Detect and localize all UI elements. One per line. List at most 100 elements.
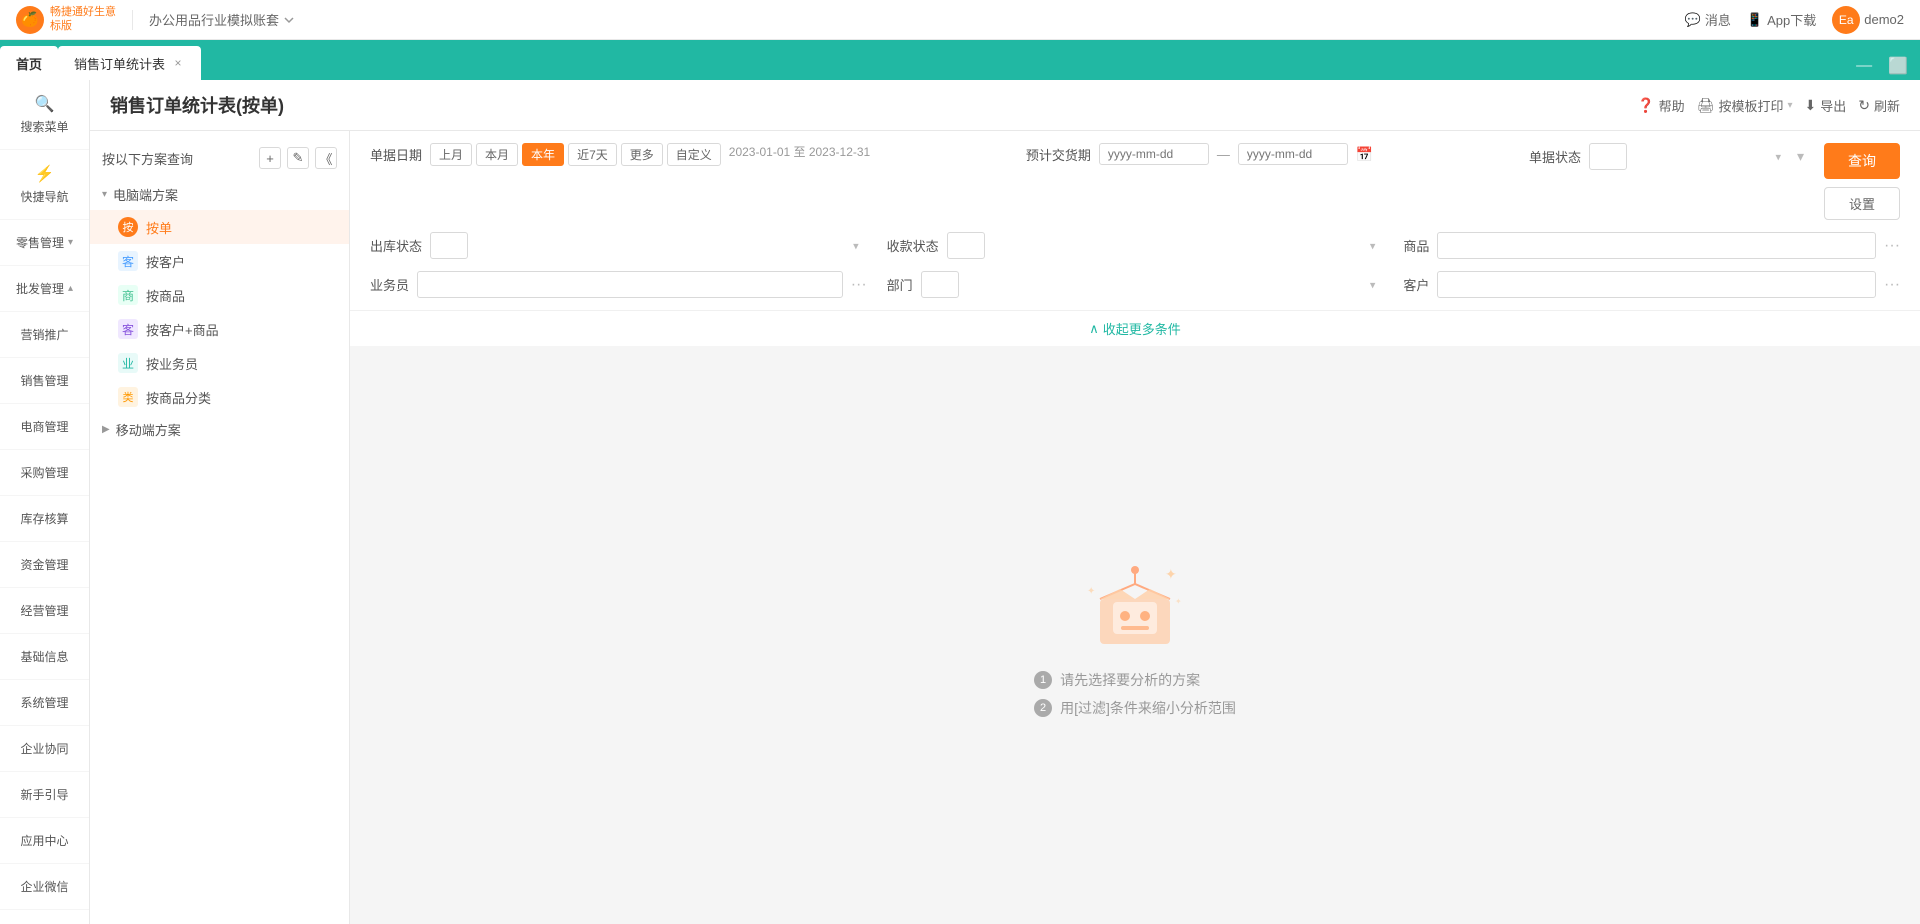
sidebar-item-inventory[interactable]: 库存核算 — [0, 496, 89, 542]
payment-status-wrapper — [947, 232, 1384, 259]
scheme-item-by-customer-goods[interactable]: 客 按客户+商品 — [90, 312, 349, 346]
goods-label: 商品 — [1403, 236, 1429, 255]
nav-tabs: 首页 销售订单统计表 × — ⬜ — [0, 40, 1920, 80]
order-status-label: 单据状态 — [1529, 147, 1581, 166]
order-status-select[interactable] — [1589, 143, 1627, 170]
query-btn[interactable]: 查询 — [1824, 143, 1900, 179]
nav-right-actions: — ⬜ — [1852, 52, 1920, 80]
date-btn-last-7-days[interactable]: 近7天 — [568, 143, 617, 166]
scheme-icon-by-order: 按 — [118, 217, 138, 237]
collapse-bar[interactable]: ∧ 收起更多条件 — [350, 310, 1920, 346]
date-btn-more[interactable]: 更多 — [621, 143, 663, 166]
sidebar-item-purchase[interactable]: 采购管理 — [0, 450, 89, 496]
date-btn-this-year[interactable]: 本年 — [522, 143, 564, 166]
company-selector[interactable]: 办公用品行业模拟账套 — [149, 10, 295, 29]
step2-num: 2 — [1034, 699, 1052, 717]
window-minimize-icon[interactable]: — — [1852, 53, 1876, 79]
retail-arrow-icon: ▾ — [68, 237, 73, 248]
salesperson-input[interactable] — [417, 271, 843, 298]
empty-steps: 1 请先选择要分析的方案 2 用[过滤]条件来缩小分析范围 — [1034, 670, 1236, 726]
department-group: 部门 — [887, 271, 1384, 298]
sidebar-item-retail[interactable]: 零售管理 ▾ — [0, 220, 89, 266]
logo-text: 畅捷通好生意 标版 — [50, 6, 116, 32]
shipment-status-group: 出库状态 — [370, 232, 867, 259]
date-btn-this-month[interactable]: 本月 — [476, 143, 518, 166]
date-btn-custom[interactable]: 自定义 — [667, 143, 721, 166]
sidebar-item-member[interactable]: 畅会员 — [0, 910, 89, 924]
goods-group: 商品 ··· — [1403, 232, 1900, 259]
svg-text:✦: ✦ — [1175, 597, 1182, 606]
tab-sales-order[interactable]: 销售订单统计表 × — [58, 46, 201, 80]
query-btn-area: 查询 设置 — [1824, 143, 1900, 220]
expected-delivery-start[interactable] — [1099, 143, 1209, 165]
sidebar-item-basic[interactable]: 基础信息 — [0, 634, 89, 680]
sidebar-item-quick[interactable]: ⚡ 快捷导航 — [0, 150, 89, 220]
customer-input[interactable] — [1437, 271, 1876, 298]
collapse-panel-btn[interactable]: 《 — [315, 147, 337, 169]
shipment-status-select[interactable] — [430, 232, 468, 259]
salesperson-more-icon[interactable]: ··· — [851, 276, 867, 294]
department-select[interactable] — [921, 271, 959, 298]
sidebar-item-finance[interactable]: 资金管理 — [0, 542, 89, 588]
scheme-icon-by-category: 类 — [118, 387, 138, 407]
print-btn[interactable]: 🖨 按模板打印 ▾ — [1697, 96, 1793, 115]
edit-scheme-btn[interactable]: ✎ — [287, 147, 309, 169]
calendar-icon-end[interactable]: 📅 — [1356, 146, 1373, 163]
scheme-item-by-goods[interactable]: 商 按商品 — [90, 278, 349, 312]
scheme-item-by-order[interactable]: 按 按单 — [90, 210, 349, 244]
scheme-header-pc[interactable]: ▾ 电脑端方案 — [90, 179, 349, 210]
help-btn[interactable]: ❓ 帮助 — [1637, 96, 1684, 115]
message-btn[interactable]: 💬 消息 — [1685, 10, 1731, 29]
date-shortcuts: 上月 本月 本年 近7天 更多 自定义 — [430, 143, 721, 166]
sidebar-item-wechat[interactable]: 企业微信 — [0, 864, 89, 910]
sidebar-item-system[interactable]: 系统管理 — [0, 680, 89, 726]
page-actions: ❓ 帮助 🖨 按模板打印 ▾ ⬇ 导出 ↻ 刷新 — [1637, 96, 1900, 115]
sidebar-item-marketing[interactable]: 营销推广 — [0, 312, 89, 358]
page-title: 销售订单统计表(按单) — [110, 92, 284, 118]
goods-more-icon[interactable]: ··· — [1884, 237, 1900, 255]
order-status-dropdown-icon: ▾ — [1797, 148, 1804, 165]
collapse-icon: ∧ — [1089, 321, 1099, 337]
date-filter-group: 单据日期 上月 本月 本年 近7天 更多 自定义 — [370, 143, 721, 166]
window-maximize-icon[interactable]: ⬜ — [1884, 52, 1912, 80]
sidebar-item-ecommerce[interactable]: 电商管理 — [0, 404, 89, 450]
goods-input[interactable] — [1437, 232, 1876, 259]
panel-toolbar: 按以下方案查询 + ✎ 《 — [90, 141, 349, 175]
quicknav-icon: ⚡ — [35, 164, 55, 184]
tab-home[interactable]: 首页 — [0, 46, 58, 80]
sidebar-item-search[interactable]: 🔍 搜索菜单 — [0, 80, 89, 150]
refresh-btn[interactable]: ↻ 刷新 — [1858, 96, 1900, 115]
sidebar-item-newuser[interactable]: 新手引导 — [0, 772, 89, 818]
settings-btn[interactable]: 设置 — [1824, 187, 1900, 220]
sidebar-item-operations[interactable]: 经营管理 — [0, 588, 89, 634]
scheme-item-by-category[interactable]: 类 按商品分类 — [90, 380, 349, 414]
sidebar-item-enterprise[interactable]: 企业协同 — [0, 726, 89, 772]
sidebar-item-sales[interactable]: 销售管理 — [0, 358, 89, 404]
left-panel: 按以下方案查询 + ✎ 《 ▾ 电脑端方案 按 按单 — [90, 131, 350, 924]
customer-more-icon[interactable]: ··· — [1884, 276, 1900, 294]
content-area: 销售订单统计表(按单) ❓ 帮助 🖨 按模板打印 ▾ ⬇ 导出 — [90, 80, 1920, 924]
app-download-btn[interactable]: 📱 App下载 — [1747, 10, 1816, 29]
scheme-item-by-customer[interactable]: 客 按客户 — [90, 244, 349, 278]
filter-section: 单据日期 上月 本月 本年 近7天 更多 自定义 — [350, 131, 1920, 346]
print-dropdown-icon[interactable]: ▾ — [1787, 100, 1792, 111]
scheme-item-by-salesperson[interactable]: 业 按业务员 — [90, 346, 349, 380]
panel-title: 按以下方案查询 — [102, 149, 193, 168]
panel-actions: + ✎ 《 — [259, 147, 337, 169]
customer-label: 客户 — [1403, 275, 1429, 294]
date-range-display: 2023-01-01 至 2023-12-31 — [729, 143, 870, 160]
tab-close-btn[interactable]: × — [171, 56, 185, 70]
sidebar-item-appcenter[interactable]: 应用中心 — [0, 818, 89, 864]
payment-status-select[interactable] — [947, 232, 985, 259]
date-btn-last-month[interactable]: 上月 — [430, 143, 472, 166]
order-status-group: 单据状态 ▾ — [1529, 143, 1804, 170]
empty-illustration: ✦ ✦ ✦ — [1065, 544, 1205, 654]
add-scheme-btn[interactable]: + — [259, 147, 281, 169]
main-layout: 🔍 搜索菜单 ⚡ 快捷导航 零售管理 ▾ 批发管理 ▴ 营销推广 销售管理 电商… — [0, 80, 1920, 924]
export-btn[interactable]: ⬇ 导出 — [1805, 96, 1847, 115]
user-avatar[interactable]: Ea demo2 — [1832, 6, 1904, 34]
scheme-header-mobile[interactable]: ▶ 移动端方案 — [90, 414, 349, 445]
sidebar-item-wholesale[interactable]: 批发管理 ▴ — [0, 266, 89, 312]
expected-delivery-end[interactable] — [1238, 143, 1348, 165]
scheme-expand-icon: ▾ — [102, 189, 107, 200]
